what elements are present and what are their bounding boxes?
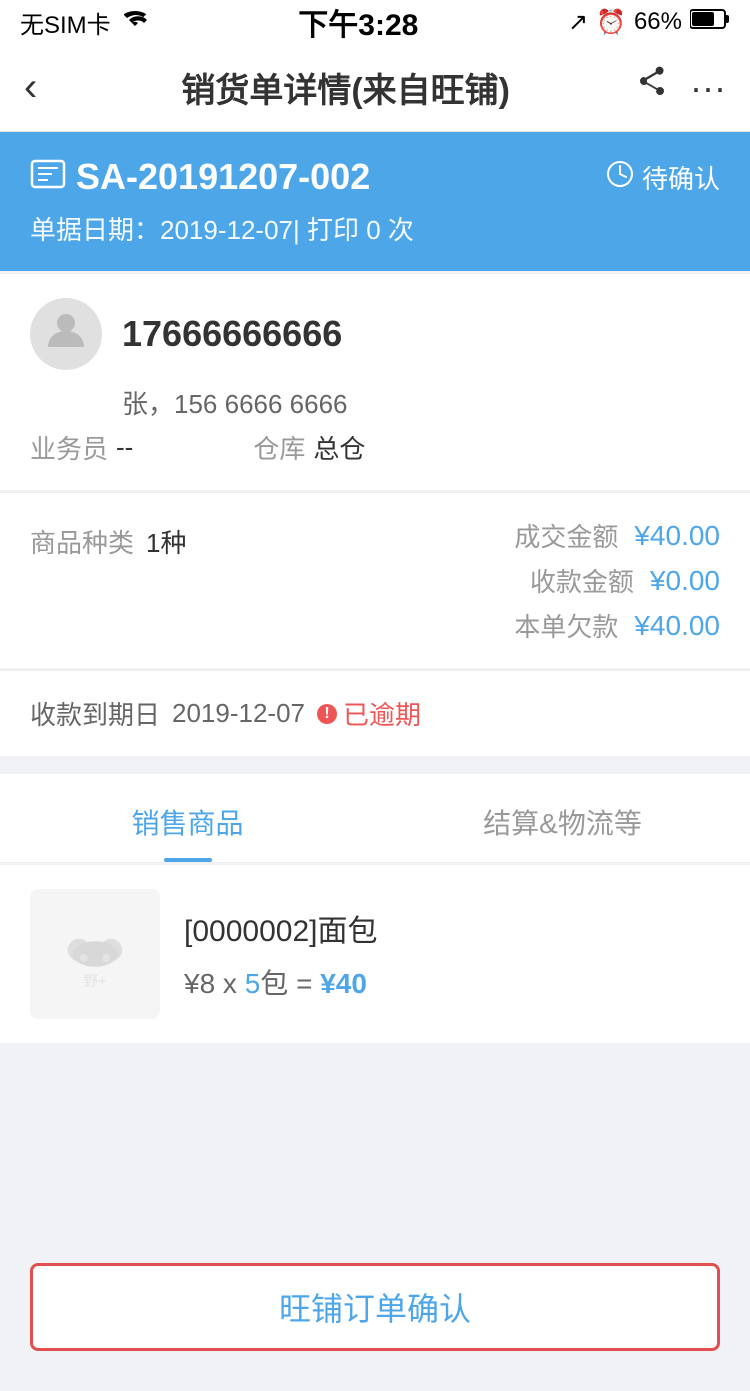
customer-card: 17666666666 张，156 6666 6666 业务员 -- 仓库 总仓 — [0, 274, 750, 490]
sales-value: -- — [116, 432, 133, 463]
battery-label: 66% — [634, 8, 682, 36]
clock-icon — [606, 160, 634, 195]
avatar-icon — [44, 307, 88, 361]
order-header: SA-20191207-002 待确认 单据日期：2019-12-07| 打印 … — [0, 132, 750, 271]
bottom-bar: 旺铺订单确认 — [0, 1243, 750, 1391]
product-name: [0000002]面包 — [184, 906, 720, 950]
status-time: 下午3:28 — [298, 0, 418, 44]
due-date-label: 收款到期日 — [30, 695, 160, 732]
order-date: 单据日期：2019-12-07| 打印 0 次 — [30, 210, 720, 247]
customer-name: 张，156 6666 6666 — [122, 384, 720, 421]
share-button[interactable] — [634, 65, 670, 110]
confirm-order-button[interactable]: 旺铺订单确认 — [30, 1263, 720, 1351]
status-left: 无SIM卡 — [20, 5, 149, 40]
order-id: SA-20191207-002 — [30, 156, 370, 198]
overdue-badge: ! 已逾期 — [317, 695, 421, 732]
tab-sales-products[interactable]: 销售商品 — [0, 774, 375, 862]
warehouse-value: 总仓 — [313, 429, 365, 466]
nav-bar: ‹ 销货单详情(来自旺铺) ··· — [0, 44, 750, 132]
product-price: ¥8 x 5包 = ¥40 — [184, 962, 720, 1002]
battery-icon — [690, 8, 730, 37]
order-status: 待确认 — [606, 159, 720, 196]
alarm-icon: ⏰ — [596, 8, 626, 37]
svg-text:野+: 野+ — [84, 973, 107, 990]
due-date-value: 2019-12-07 — [172, 698, 305, 729]
order-icon — [30, 156, 66, 198]
warehouse-label: 仓库 — [253, 429, 305, 466]
back-button[interactable]: ‹ — [24, 65, 37, 110]
customer-phone: 17666666666 — [122, 313, 342, 355]
customer-meta: 业务员 -- 仓库 总仓 — [30, 429, 720, 466]
product-card: 野+ [0000002]面包 ¥8 x 5包 = ¥40 — [0, 865, 750, 1043]
sales-label: 业务员 — [30, 429, 108, 466]
carrier-label: 无SIM卡 — [20, 5, 111, 40]
type-value: 1种 — [146, 523, 186, 560]
status-bar: 无SIM卡 下午3:28 ↗ ⏰ 66% — [0, 0, 750, 44]
overdue-text: 已逾期 — [343, 695, 421, 732]
due-date-card: 收款到期日 2019-12-07 ! 已逾期 — [0, 671, 750, 756]
tabs-bar: 销售商品 结算&物流等 — [0, 774, 750, 863]
product-thumbnail: 野+ — [30, 889, 160, 1019]
more-button[interactable]: ··· — [690, 67, 726, 109]
customer-avatar — [30, 298, 102, 370]
product-info: [0000002]面包 ¥8 x 5包 = ¥40 — [184, 906, 720, 1002]
summary-row-deal: 成交金额 ¥40.00 — [514, 517, 720, 554]
summary-card: 商品种类 1种 成交金额 ¥40.00 收款金额 ¥0.00 本单欠款 ¥40.… — [0, 493, 750, 668]
page-title: 销货单详情(来自旺铺) — [57, 63, 634, 112]
wifi-icon — [121, 8, 149, 37]
summary-row-paid: 收款金额 ¥0.00 — [530, 562, 720, 599]
status-text: 待确认 — [642, 159, 720, 196]
overdue-icon: ! — [317, 704, 337, 724]
status-right: ↗ ⏰ 66% — [568, 8, 730, 37]
nav-actions: ··· — [634, 65, 726, 110]
spacer — [0, 1043, 750, 1243]
summary-row-owed: 本单欠款 ¥40.00 — [514, 607, 720, 644]
summary-right: 成交金额 ¥40.00 收款金额 ¥0.00 本单欠款 ¥40.00 — [514, 517, 720, 644]
tab-settlement-logistics[interactable]: 结算&物流等 — [375, 774, 750, 862]
type-label: 商品种类 — [30, 523, 134, 560]
location-icon: ↗ — [568, 8, 588, 37]
